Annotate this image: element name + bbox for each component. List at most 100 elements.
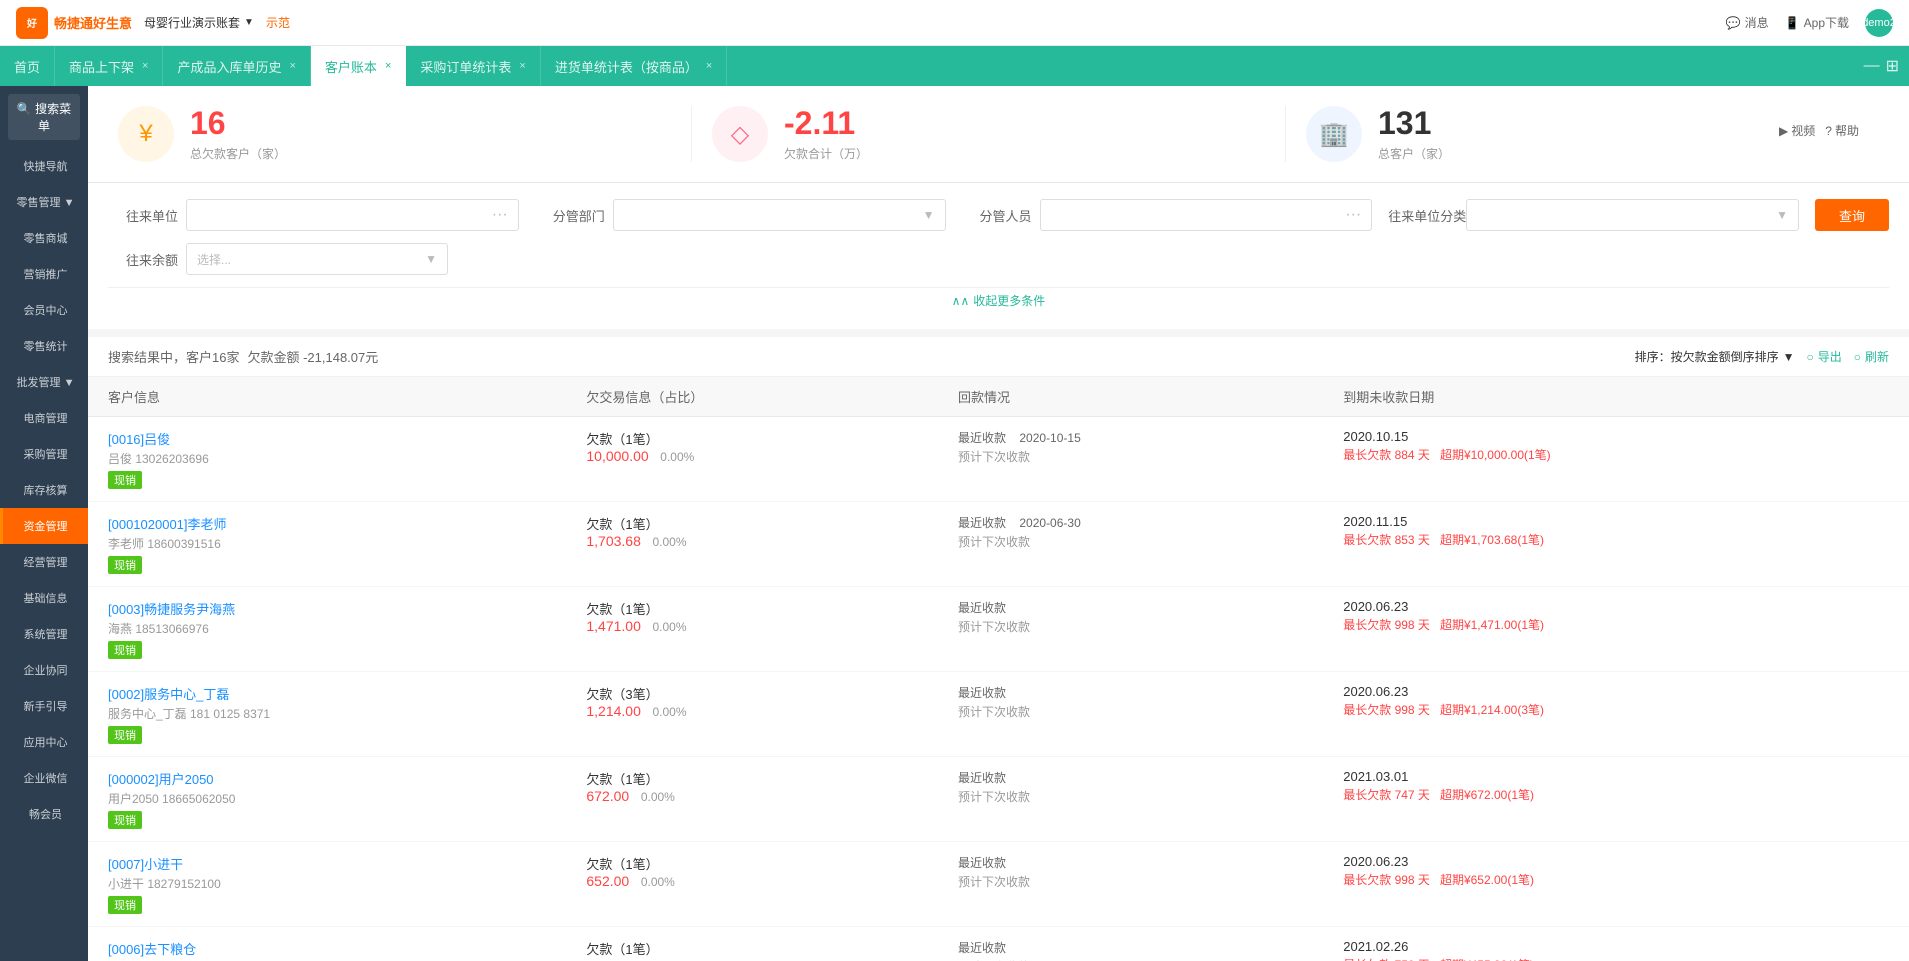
stat-icon-debt-total: ◇ [712, 106, 768, 162]
stat-value-debt-customers: 16 [190, 106, 671, 141]
debt-amount-text: 欠款金额 -21,148.07元 [247, 347, 378, 366]
last-payment-c7: 最近收款 [958, 939, 1303, 956]
nav-maximize-icon[interactable]: ⊞ [1886, 56, 1899, 76]
sidebar-item-purchase[interactable]: 采购管理 [0, 436, 88, 472]
customer-phone-c1: 吕俊 13026203696 [108, 450, 546, 467]
due-date-c3: 2020.06.23 [1343, 599, 1889, 614]
sidebar-item-basic-info[interactable]: 基础信息 [0, 580, 88, 616]
customer-name-c6[interactable]: [0007]小进干 [108, 854, 546, 873]
sidebar-item-wechat[interactable]: 企业微信 [0, 760, 88, 796]
unit-category-input[interactable]: ▼ [1466, 199, 1799, 231]
sidebar-business-label: 经营管理 [11, 554, 80, 570]
user-profile[interactable]: demo2 [1865, 9, 1893, 37]
sidebar-ecommerce-label: 电商管理 [11, 410, 80, 426]
stat-info-debt-total: -2.11 欠款合计（万） [784, 106, 1265, 162]
sidebar-retail-stats-label: 零售统计 [11, 338, 80, 354]
sidebar-item-retail-mall[interactable]: 零售商城 [0, 220, 88, 256]
sort-selector[interactable]: 排序：按欠款金额倒序排序 ▼ [1635, 348, 1795, 365]
sidebar-item-inventory[interactable]: 库存核算 [0, 472, 88, 508]
close-icon[interactable]: × [142, 60, 148, 72]
cell-customer-c2: [0001020001]李老师 李老师 18600391516 现销 [88, 502, 566, 587]
export-button[interactable]: ○ 导出 [1806, 348, 1841, 365]
sidebar-item-batch-mgmt[interactable]: 批发管理 ▼ [0, 364, 88, 400]
overdue-detail-c1: 最长欠款 884 天 超期¥10,000.00(1笔) [1343, 446, 1889, 463]
search-menu-button[interactable]: 🔍 搜索菜单 [8, 94, 80, 140]
close-icon[interactable]: × [519, 60, 525, 72]
customer-name-c1[interactable]: [0016]吕俊 [108, 429, 546, 448]
table-summary-right: 排序：按欠款金额倒序排序 ▼ ○ 导出 ○ 刷新 [1635, 348, 1889, 365]
sidebar-enterprise-label: 企业协同 [11, 662, 80, 678]
person-input[interactable]: ··· [1040, 199, 1373, 231]
overdue-link-c4[interactable]: 超期¥1,214.00(3笔) [1440, 703, 1544, 717]
video-button[interactable]: ▶ 视频 [1779, 122, 1815, 139]
sidebar-item-retail-mgmt[interactable]: 零售管理 ▼ [0, 184, 88, 220]
refresh-button[interactable]: ○ 刷新 [1854, 348, 1889, 365]
video-icon: ▶ [1779, 124, 1788, 138]
search-button[interactable]: 查询 [1815, 199, 1889, 231]
unit-category-label: 往来单位分类 [1388, 206, 1458, 225]
sidebar-item-quick-nav[interactable]: 快捷导航 [0, 148, 88, 184]
stat-label-debt-customers: 总欠款客户（家） [190, 145, 671, 162]
close-icon[interactable]: × [289, 60, 295, 72]
expand-link[interactable]: 示范 [266, 14, 290, 31]
nav-minimize-icon[interactable]: — [1864, 57, 1880, 75]
cell-debt-c5: 欠款（1笔） 672.00 0.00% [566, 757, 938, 842]
help-button[interactable]: ? 帮助 [1825, 122, 1859, 139]
customer-name-c3[interactable]: [0003]畅捷服务尹海燕 [108, 599, 546, 618]
customer-name-c7[interactable]: [0006]去下粮仓 [108, 939, 546, 958]
debt-pct-c3: 0.00% [653, 620, 687, 634]
table-summary: 搜索结果中，客户16家 欠款金额 -21,148.07元 排序：按欠款金额倒序排… [88, 337, 1909, 377]
close-icon[interactable]: × [706, 60, 712, 72]
from-unit-input[interactable]: ··· [186, 199, 519, 231]
sidebar-item-finance[interactable]: 资金管理 [0, 508, 88, 544]
tab-production[interactable]: 产成品入库单历史 × [163, 46, 310, 86]
overdue-link-c5[interactable]: 超期¥672.00(1笔) [1440, 788, 1534, 802]
tab-products[interactable]: 商品上下架 × [55, 46, 163, 86]
sidebar-item-enterprise[interactable]: 企业协同 [0, 652, 88, 688]
overdue-link-c1[interactable]: 超期¥10,000.00(1笔) [1440, 448, 1551, 462]
sidebar-item-marketing[interactable]: 营销推广 [0, 256, 88, 292]
app-download-button[interactable]: 📱 App下载 [1785, 14, 1849, 31]
table-summary-left: 搜索结果中，客户16家 欠款金额 -21,148.07元 [108, 347, 378, 366]
from-unit-label: 往来单位 [108, 206, 178, 225]
main-layout: 🔍 搜索菜单 快捷导航 零售管理 ▼ 零售商城 营销推广 会员中心 零售统计 批… [0, 86, 1909, 961]
debt-pct-c4: 0.00% [653, 705, 687, 719]
tab-inbound-stats[interactable]: 进货单统计表（按商品） × [541, 46, 727, 86]
cell-due-c5: 2021.03.01 最长欠款 747 天 超期¥672.00(1笔) [1323, 757, 1909, 842]
nav-tabs: 首页 商品上下架 × 产成品入库单历史 × 客户账本 × 采购订单统计表 × 进… [0, 46, 1909, 86]
filter-balance: 往来余额 选择... ▼ [108, 243, 448, 275]
debt-count-c2: 欠款（1笔） [586, 514, 918, 533]
close-icon[interactable]: × [385, 60, 391, 72]
sidebar-item-ecommerce[interactable]: 电商管理 [0, 400, 88, 436]
sidebar-purchase-label: 采购管理 [11, 446, 80, 462]
customer-name-c5[interactable]: [000002]用户2050 [108, 769, 546, 788]
overdue-link-c2[interactable]: 超期¥1,703.68(1笔) [1440, 533, 1544, 547]
sidebar-item-member-pro[interactable]: 畅会员 [0, 796, 88, 832]
sidebar-item-new-guide[interactable]: 新手引导 [0, 688, 88, 724]
logo-area: 好 畅捷通好生意 [16, 7, 132, 39]
customer-name-c4[interactable]: [0002]服务中心_丁磊 [108, 684, 546, 703]
debt-amount-row-c6: 652.00 0.00% [586, 873, 918, 889]
tab-home[interactable]: 首页 [0, 46, 55, 86]
sidebar-item-app-center[interactable]: 应用中心 [0, 724, 88, 760]
due-date-c6: 2020.06.23 [1343, 854, 1889, 869]
tab-purchase-stats[interactable]: 采购订单统计表 × [406, 46, 540, 86]
customer-name-c2[interactable]: [0001020001]李老师 [108, 514, 546, 533]
sidebar-item-system[interactable]: 系统管理 [0, 616, 88, 652]
sidebar-new-guide-label: 新手引导 [11, 698, 80, 714]
message-button[interactable]: 💬 消息 [1726, 14, 1769, 31]
tab-customer-ledger[interactable]: 客户账本 × [311, 46, 406, 86]
cell-debt-c6: 欠款（1笔） 652.00 0.00% [566, 842, 938, 927]
sidebar-item-member-center[interactable]: 会员中心 [0, 292, 88, 328]
sidebar-member-pro-label: 畅会员 [11, 806, 80, 822]
sidebar-item-business[interactable]: 经营管理 [0, 544, 88, 580]
filter-toggle[interactable]: ∧∧ 收起更多条件 [108, 287, 1889, 313]
balance-input[interactable]: 选择... ▼ [186, 243, 448, 275]
dept-input[interactable]: ▼ [613, 199, 946, 231]
debt-amount-row-c5: 672.00 0.00% [586, 788, 918, 804]
sidebar-item-retail-stats[interactable]: 零售统计 [0, 328, 88, 364]
overdue-link-c6[interactable]: 超期¥652.00(1笔) [1440, 873, 1534, 887]
store-selector[interactable]: 母婴行业演示账套 ▼ [144, 14, 254, 31]
overdue-link-c3[interactable]: 超期¥1,471.00(1笔) [1440, 618, 1544, 632]
tab-home-label: 首页 [14, 57, 40, 76]
